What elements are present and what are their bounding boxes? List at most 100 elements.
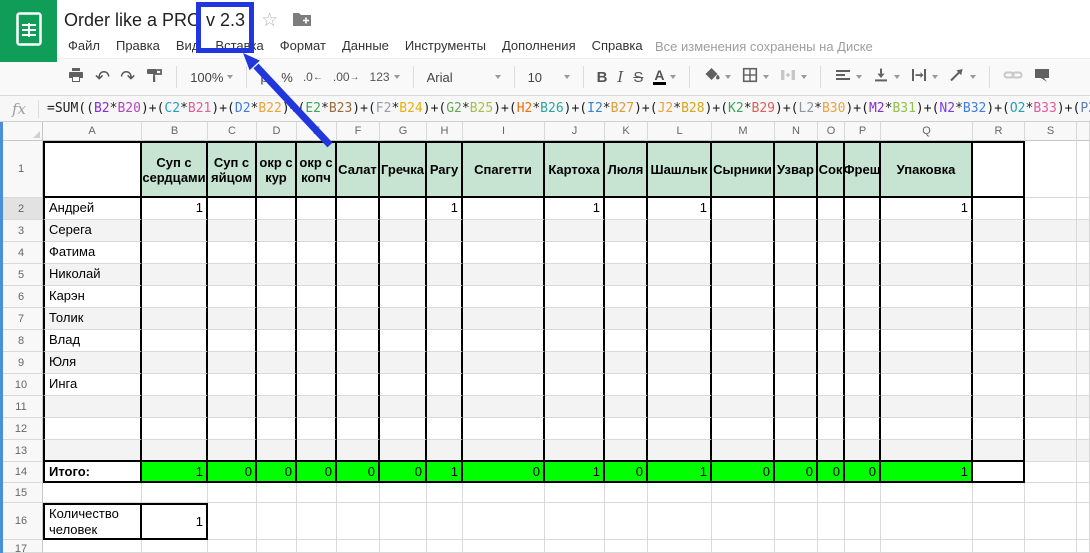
undo-button[interactable]: ↶ <box>90 64 115 90</box>
cell-O9[interactable] <box>818 352 845 374</box>
cell-D12[interactable] <box>257 418 297 440</box>
cell-S6[interactable] <box>1025 286 1077 308</box>
cell-O13[interactable] <box>818 440 845 462</box>
cell-B17[interactable] <box>142 540 208 553</box>
cell-C4[interactable] <box>208 242 257 264</box>
row-header-5[interactable]: 5 <box>0 264 43 286</box>
cell-B13[interactable] <box>142 440 208 462</box>
cell-D4[interactable] <box>257 242 297 264</box>
cell-O5[interactable] <box>818 264 845 286</box>
row-header-13[interactable]: 13 <box>0 440 43 462</box>
cell-C9[interactable] <box>208 352 257 374</box>
borders-button[interactable] <box>736 64 774 90</box>
cell-F9[interactable] <box>337 352 380 374</box>
cell-M17[interactable] <box>712 540 775 553</box>
insert-link-button[interactable] <box>998 64 1028 90</box>
cell-E11[interactable] <box>297 396 337 418</box>
cell-I9[interactable] <box>463 352 545 374</box>
row-header-6[interactable]: 6 <box>0 286 43 308</box>
cell-G11[interactable] <box>380 396 427 418</box>
cell-S16[interactable] <box>1025 503 1077 540</box>
column-header-N[interactable]: N <box>775 122 818 141</box>
cell-O14[interactable]: 0 <box>818 462 845 483</box>
cell-B8[interactable] <box>142 330 208 352</box>
cell-I6[interactable] <box>463 286 545 308</box>
cell-J8[interactable] <box>545 330 605 352</box>
number-format-select[interactable]: 123 <box>365 64 405 90</box>
cell-M12[interactable] <box>712 418 775 440</box>
cell-Q8[interactable] <box>881 330 973 352</box>
cell-K8[interactable] <box>605 330 648 352</box>
cell-L13[interactable] <box>648 440 712 462</box>
cell-Q15[interactable] <box>881 483 973 503</box>
cell-H3[interactable] <box>427 220 463 242</box>
cell-I2[interactable] <box>463 198 545 220</box>
cell-C17[interactable] <box>208 540 257 553</box>
cell-P3[interactable] <box>845 220 881 242</box>
cell-x17[interactable] <box>1077 540 1090 553</box>
cell-G3[interactable] <box>380 220 427 242</box>
cell-P12[interactable] <box>845 418 881 440</box>
cell-K5[interactable] <box>605 264 648 286</box>
cell-Q13[interactable] <box>881 440 973 462</box>
cell-A15[interactable] <box>43 483 142 503</box>
cell-B14[interactable]: 1 <box>142 462 208 483</box>
cell-I7[interactable] <box>463 308 545 330</box>
cell-Q2[interactable]: 1 <box>881 198 973 220</box>
cell-K17[interactable] <box>605 540 648 553</box>
cell-R4[interactable] <box>973 242 1025 264</box>
cell-D5[interactable] <box>257 264 297 286</box>
text-color-button[interactable]: A <box>648 64 680 90</box>
cell-K14[interactable]: 0 <box>605 462 648 483</box>
cell-N1[interactable]: Узвар <box>775 141 818 198</box>
cell-M1[interactable]: Сырники <box>712 141 775 198</box>
cell-R13[interactable] <box>973 440 1025 462</box>
cell-D15[interactable] <box>257 483 297 503</box>
fill-color-button[interactable] <box>698 64 736 90</box>
cell-C13[interactable] <box>208 440 257 462</box>
cell-G5[interactable] <box>380 264 427 286</box>
bold-button[interactable]: B <box>592 64 613 90</box>
cell-S2[interactable] <box>1025 198 1077 220</box>
cell-G16[interactable] <box>380 503 427 540</box>
cell-L4[interactable] <box>648 242 712 264</box>
cell-L3[interactable] <box>648 220 712 242</box>
cell-B11[interactable] <box>142 396 208 418</box>
cell-M10[interactable] <box>712 374 775 396</box>
cell-x11[interactable] <box>1077 396 1090 418</box>
cell-O2[interactable] <box>818 198 845 220</box>
cell-M16[interactable] <box>712 503 775 540</box>
strikethrough-button[interactable]: S <box>628 64 648 90</box>
merge-cells-button[interactable] <box>774 64 812 90</box>
row-header-11[interactable]: 11 <box>0 396 43 418</box>
cell-S15[interactable] <box>1025 483 1077 503</box>
cell-O8[interactable] <box>818 330 845 352</box>
row-header-9[interactable]: 9 <box>0 352 43 374</box>
cell-H15[interactable] <box>427 483 463 503</box>
column-header-S[interactable]: S <box>1025 122 1077 141</box>
cell-I1[interactable]: Спагетти <box>463 141 545 198</box>
cell-x12[interactable] <box>1077 418 1090 440</box>
cell-G10[interactable] <box>380 374 427 396</box>
cell-H13[interactable] <box>427 440 463 462</box>
column-header-B[interactable]: B <box>142 122 208 141</box>
cell-A8[interactable]: Влад <box>43 330 142 352</box>
cell-Q12[interactable] <box>881 418 973 440</box>
cell-I3[interactable] <box>463 220 545 242</box>
cell-C11[interactable] <box>208 396 257 418</box>
cell-B4[interactable] <box>142 242 208 264</box>
cell-P4[interactable] <box>845 242 881 264</box>
cell-J7[interactable] <box>545 308 605 330</box>
vertical-align-button[interactable] <box>867 64 905 90</box>
cell-G15[interactable] <box>380 483 427 503</box>
cell-F16[interactable] <box>337 503 380 540</box>
cell-B6[interactable] <box>142 286 208 308</box>
cell-B16[interactable]: 1 <box>142 503 208 540</box>
cell-G7[interactable] <box>380 308 427 330</box>
row-header-4[interactable]: 4 <box>0 242 43 264</box>
menu-item-8[interactable]: Справка <box>584 36 651 55</box>
cell-A11[interactable] <box>43 396 142 418</box>
cell-K11[interactable] <box>605 396 648 418</box>
cell-H12[interactable] <box>427 418 463 440</box>
cell-A12[interactable] <box>43 418 142 440</box>
